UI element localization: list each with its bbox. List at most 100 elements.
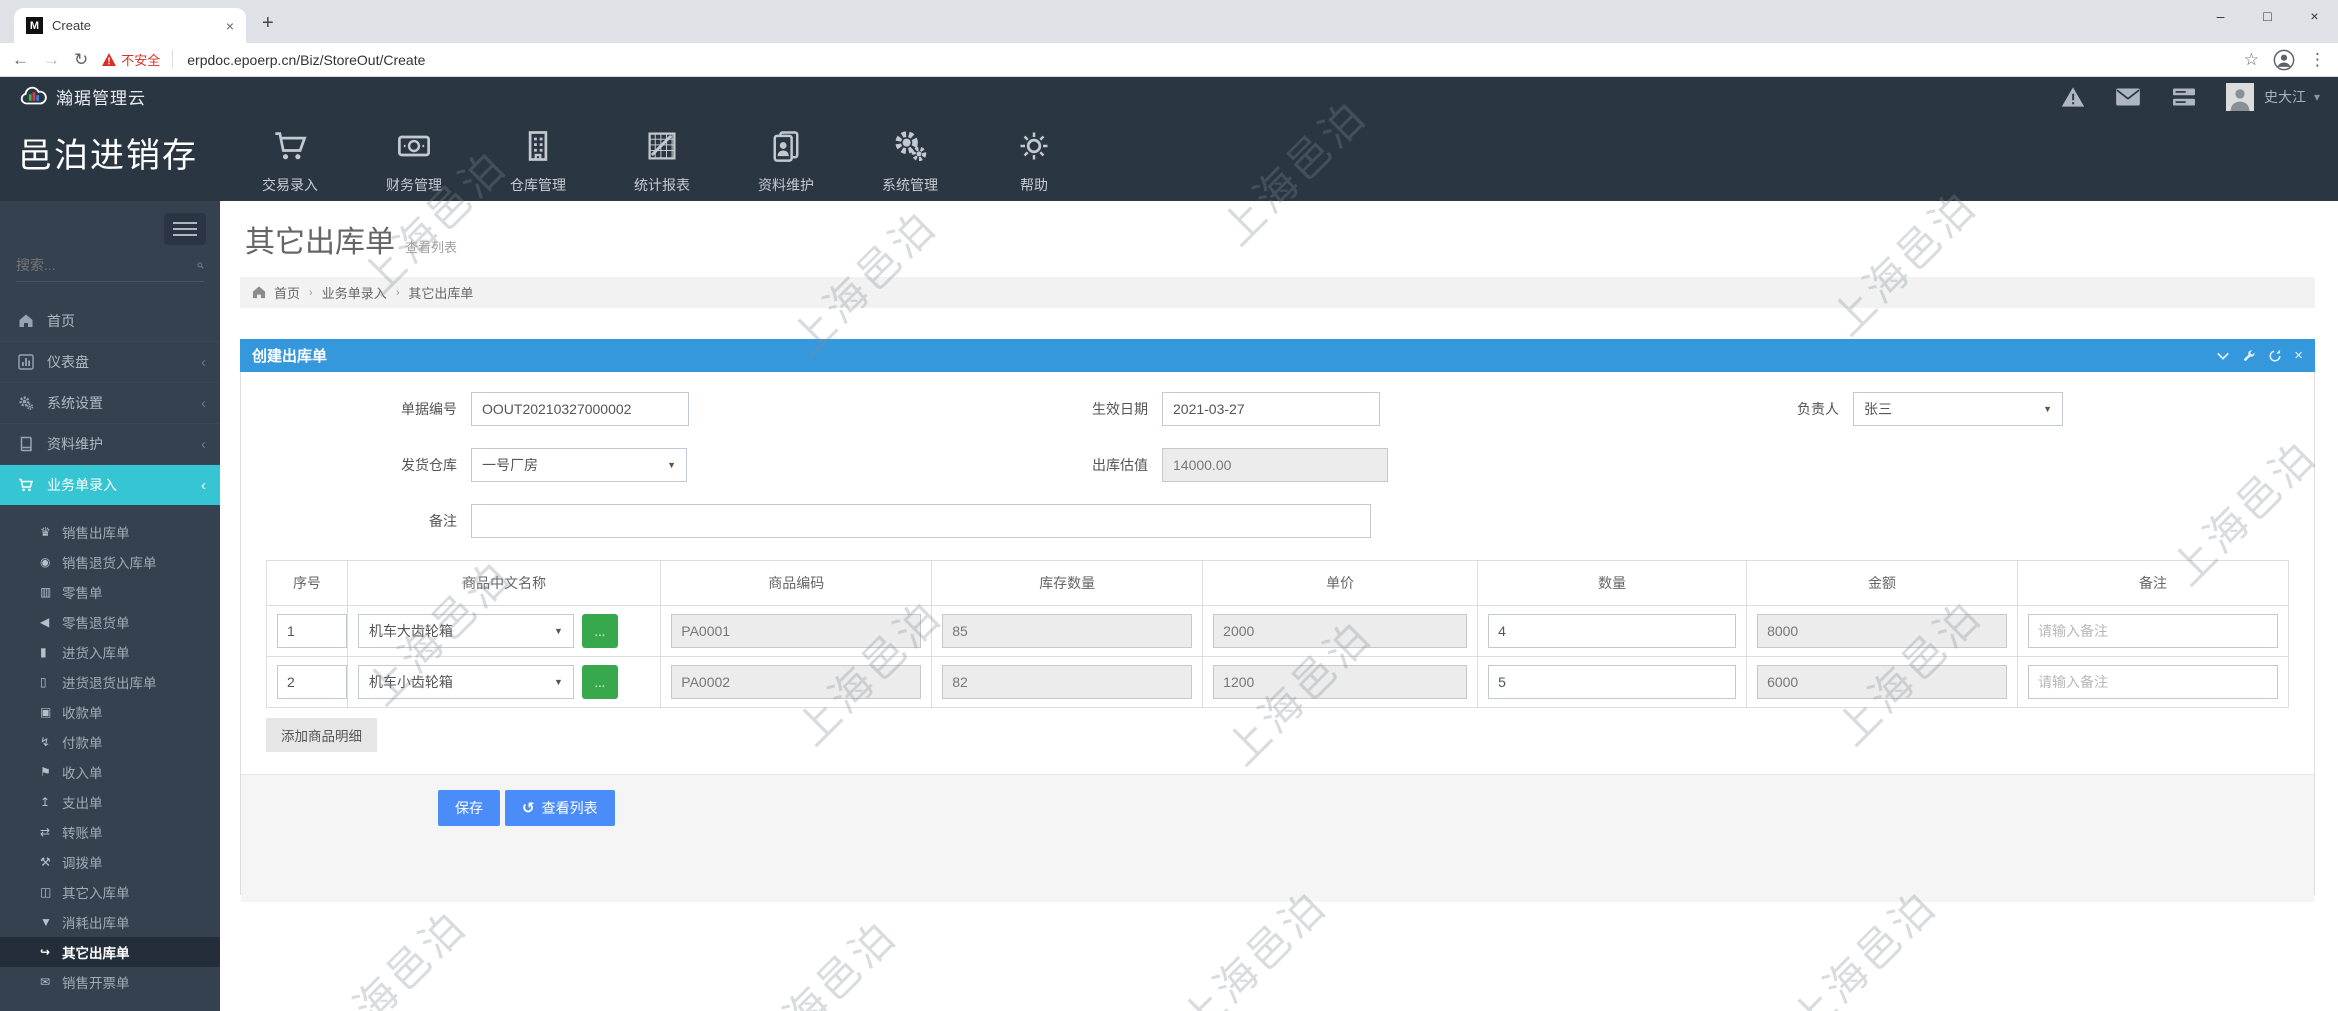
cart-icon	[18, 477, 36, 493]
cloud-logo-icon	[20, 86, 47, 104]
chevron-left-icon: ‹	[201, 394, 206, 412]
new-tab-button[interactable]: +	[262, 12, 274, 35]
back-icon[interactable]: ←	[12, 51, 29, 68]
user-dropdown-icon[interactable]: ▾	[2314, 90, 2320, 104]
nav-item-reports[interactable]: 统计报表	[600, 116, 724, 201]
submenu-item-sales-return-inbound[interactable]: ◉ 销售退货入库单	[0, 547, 220, 577]
submenu-item-other-outbound[interactable]: ↪ 其它出库单	[0, 937, 220, 967]
panel-refresh-icon[interactable]	[2268, 349, 2282, 363]
col-remark: 备注	[2017, 560, 2289, 606]
save-button[interactable]: 保存	[438, 790, 500, 826]
search-icon[interactable]	[197, 258, 204, 273]
submenu-item-retail-return[interactable]: ◀ 零售退货单	[0, 607, 220, 637]
nav-item-system[interactable]: 系统管理	[848, 116, 972, 201]
qty-input[interactable]	[1488, 665, 1737, 699]
nav-item-label: 帮助	[1020, 177, 1048, 193]
window-minimize-button[interactable]: –	[2197, 0, 2244, 32]
submenu-item-purchase-return-outbound[interactable]: ▯ 进货退货出库单	[0, 667, 220, 697]
sidebar-toggle-icon[interactable]	[164, 213, 206, 245]
effective-date-input[interactable]	[1162, 392, 1380, 426]
add-line-item-button[interactable]: 添加商品明细	[266, 718, 377, 752]
submenu-item-income[interactable]: ⚑ 收入单	[0, 757, 220, 787]
remark-input[interactable]	[471, 504, 1371, 538]
messages-icon[interactable]	[2114, 86, 2142, 108]
owner-select[interactable]: 张三 ▼	[1853, 392, 2063, 426]
panel-collapse-icon[interactable]	[2216, 350, 2230, 362]
submenu-item-label: 收款单	[62, 706, 103, 721]
reload-icon[interactable]: ↻	[74, 51, 88, 68]
warehouse-select[interactable]: 一号厂房 ▼	[471, 448, 687, 482]
url-text[interactable]: erpdoc.epoerp.cn/Biz/StoreOut/Create	[187, 52, 2229, 68]
bookmark-star-icon[interactable]: ☆	[2244, 51, 2259, 68]
submenu-item-sales-outbound[interactable]: ♛ 销售出库单	[0, 517, 220, 547]
submenu-item-consumption-outbound[interactable]: ▼ 消耗出库单	[0, 907, 220, 937]
panel-footer: 保存 ↺ 查看列表	[241, 774, 2314, 902]
product-select[interactable]: 机车大齿轮箱 ▼	[357, 614, 574, 648]
breadcrumb-item[interactable]: 首页	[274, 283, 300, 302]
line-remark-input[interactable]	[2028, 665, 2278, 699]
tasks-icon[interactable]	[2170, 86, 2198, 108]
nav-item-label: 资料维护	[758, 177, 814, 193]
product-cell: 机车小齿轮箱 ▼ ...	[348, 665, 660, 699]
user-name[interactable]: 史大江	[2264, 87, 2306, 107]
search-input[interactable]	[16, 257, 197, 273]
submenu-item-other-inbound[interactable]: ◫ 其它入库单	[0, 877, 220, 907]
submenu-item-transfer[interactable]: ⇄ 转账单	[0, 817, 220, 847]
col-unit-price: 单价	[1202, 560, 1479, 606]
product-picker-button[interactable]: ...	[581, 614, 618, 648]
tab-close-icon[interactable]: ×	[226, 18, 234, 34]
security-badge[interactable]: 不安全	[102, 50, 174, 69]
table-row: 机车小齿轮箱 ▼ ...	[266, 656, 2289, 708]
nav-item-finance[interactable]: 财务管理	[352, 116, 476, 201]
breadcrumb: 首页 ‹ 业务单录入 ‹ 其它出库单	[240, 277, 2315, 308]
submenu-item-purchase-inbound[interactable]: ▮ 进货入库单	[0, 637, 220, 667]
effective-date-label: 生效日期	[1092, 401, 1148, 417]
sidebar-item-master-data[interactable]: 资料维护 ‹	[0, 423, 220, 464]
sidebar-item-business-entry[interactable]: 业务单录入 ‹	[0, 464, 220, 505]
submenu-item-allocation[interactable]: ⚒ 调拨单	[0, 847, 220, 877]
browser-tab[interactable]: M Create ×	[14, 8, 246, 43]
view-list-button[interactable]: ↺ 查看列表	[505, 790, 615, 826]
app-logo[interactable]: 瀚琚管理云	[18, 84, 146, 110]
page-subtitle-link[interactable]: 查看列表	[405, 237, 457, 256]
forward-icon[interactable]: →	[43, 51, 60, 68]
submenu-item-label: 销售开票单	[62, 976, 130, 991]
valuation-label: 出库估值	[1092, 457, 1148, 473]
panel-close-icon[interactable]: ×	[2294, 348, 2303, 363]
line-remark-input[interactable]	[2028, 614, 2278, 648]
seq-input[interactable]	[277, 665, 347, 699]
submenu-item-payment[interactable]: ↯ 付款单	[0, 727, 220, 757]
doc-no-input[interactable]	[471, 392, 689, 426]
submenu-item-retail[interactable]: ▥ 零售单	[0, 577, 220, 607]
product-select[interactable]: 机车小齿轮箱 ▼	[357, 665, 574, 699]
nav-item-transactions[interactable]: 交易录入	[228, 116, 352, 201]
view-list-label: 查看列表	[541, 800, 598, 816]
qty-input[interactable]	[1488, 614, 1737, 648]
user-avatar[interactable]	[2225, 82, 2254, 111]
submenu-item-expense[interactable]: ↥ 支出单	[0, 787, 220, 817]
profile-icon[interactable]	[2273, 49, 2295, 71]
sidebar-item-home[interactable]: 首页	[0, 300, 220, 341]
window-close-button[interactable]: ×	[2291, 0, 2338, 32]
breadcrumb-home-icon[interactable]	[252, 286, 266, 299]
nav-item-warehouse[interactable]: 仓库管理	[476, 116, 600, 201]
chevron-left-icon: ‹	[201, 476, 206, 494]
sidebar-item-settings[interactable]: 系统设置 ‹	[0, 382, 220, 423]
product-picker-button[interactable]: ...	[581, 665, 618, 699]
breadcrumb-item[interactable]: 业务单录入	[322, 283, 387, 302]
col-product-name: 商品中文名称	[346, 560, 662, 606]
window-maximize-button[interactable]: □	[2244, 0, 2291, 32]
seq-input[interactable]	[277, 614, 347, 648]
breadcrumb-item-current[interactable]: 其它出库单	[408, 283, 473, 302]
panel-config-wrench-icon[interactable]	[2242, 349, 2256, 363]
nav-item-help[interactable]: 帮助	[972, 116, 1096, 201]
nav-item-master-data[interactable]: 资料维护	[724, 116, 848, 201]
sidebar-brand: 邑泊进销存	[18, 137, 198, 175]
alerts-icon[interactable]	[2060, 85, 2086, 109]
submenu-item-receipt[interactable]: ▣ 收款单	[0, 697, 220, 727]
panel-title: 创建出库单	[252, 348, 328, 365]
browser-menu-icon[interactable]: ⋮	[2309, 51, 2326, 68]
submenu-item-label: 支出单	[62, 796, 103, 811]
submenu-item-sales-invoice[interactable]: ✉ 销售开票单	[0, 967, 220, 997]
sidebar-item-dashboard[interactable]: 仪表盘 ‹	[0, 341, 220, 382]
